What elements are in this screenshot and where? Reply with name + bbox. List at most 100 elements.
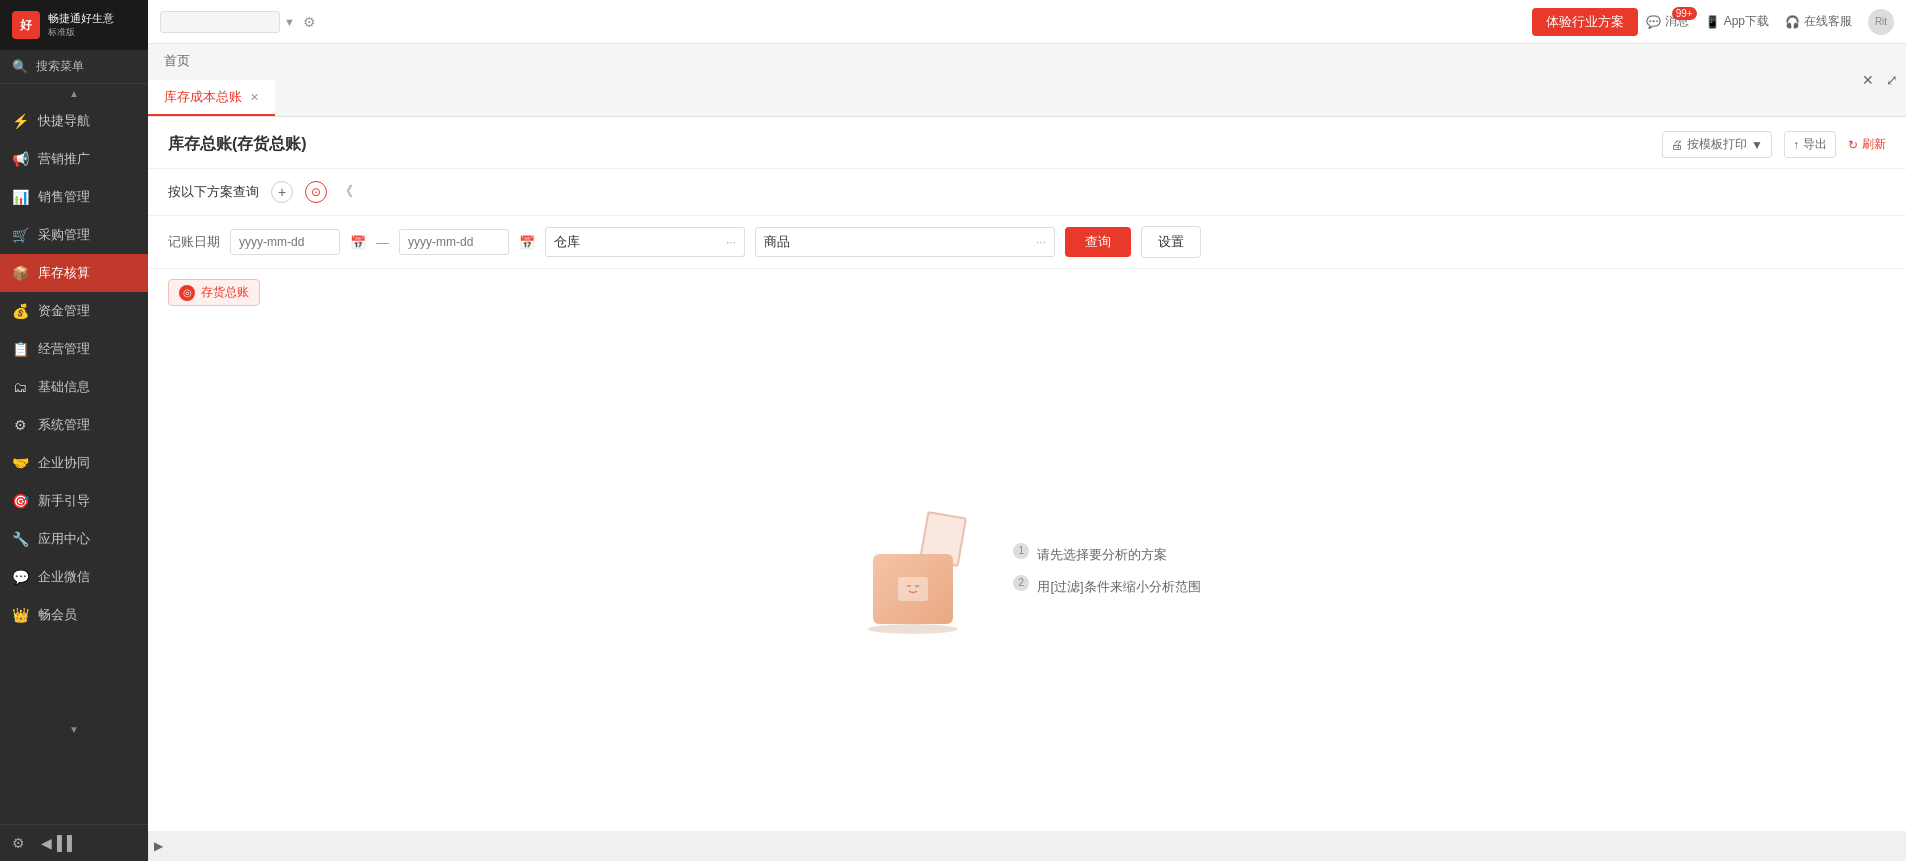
date-separator: — xyxy=(376,235,389,250)
search-icon: 🔍 xyxy=(12,59,28,74)
goods-label: 商品 xyxy=(764,233,790,251)
topbar-settings-icon[interactable]: ⚙ xyxy=(299,10,320,34)
nav-label-newbie: 新手引导 xyxy=(38,492,90,510)
main-area: ▼ ⚙ 体验行业方案 💬 消息 99+ 📱 App下载 🎧 在线客服 Rit xyxy=(148,0,1906,861)
tab-inventory-cost[interactable]: 库存成本总账✕ xyxy=(148,80,275,116)
warehouse-select[interactable]: 仓库 ··· xyxy=(545,227,745,257)
user-name: Rit xyxy=(1875,16,1887,27)
nav-icon-wechat: 💬 xyxy=(12,569,28,585)
tab-list: 首页库存成本总账✕ xyxy=(148,44,275,116)
empty-box-shadow xyxy=(868,624,958,634)
calendar-start-icon[interactable]: 📅 xyxy=(350,235,366,250)
nav-icon-inventory: 📦 xyxy=(12,265,28,281)
nav-icon-purchase: 🛒 xyxy=(12,227,28,243)
breadcrumb: ▼ ⚙ xyxy=(160,10,1524,34)
page-title: 库存总账(存货总账) xyxy=(168,134,307,155)
app-download-item[interactable]: 📱 App下载 xyxy=(1705,13,1769,30)
nav-icon-app-center: 🔧 xyxy=(12,531,28,547)
export-button[interactable]: ↑ 导出 xyxy=(1784,131,1836,158)
scheme-tag-label: 存货总账 xyxy=(201,284,249,301)
sidebar-item-finance[interactable]: 💰 资金管理 xyxy=(0,292,148,330)
sidebar-item-member[interactable]: 👑 畅会员 xyxy=(0,596,148,634)
user-avatar[interactable]: Rit xyxy=(1868,9,1894,35)
refresh-label: 刷新 xyxy=(1862,136,1886,153)
sidebar-item-purchase[interactable]: 🛒 采购管理 xyxy=(0,216,148,254)
filter-add-button[interactable]: + xyxy=(271,181,293,203)
query-button[interactable]: 查询 xyxy=(1065,227,1131,257)
nav-label-purchase: 采购管理 xyxy=(38,226,90,244)
nav-label-base: 基础信息 xyxy=(38,378,90,396)
sidebar-item-operation[interactable]: 📋 经营管理 xyxy=(0,330,148,368)
nav-icon-system: ⚙ xyxy=(12,417,28,433)
sidebar-item-sales[interactable]: 📊 销售管理 xyxy=(0,178,148,216)
calendar-end-icon[interactable]: 📅 xyxy=(519,235,535,250)
message-icon: 💬 xyxy=(1646,15,1661,29)
sidebar-bottom: ⚙ ◀▐▐ xyxy=(0,824,148,861)
sidebar-item-inventory[interactable]: 📦 库存核算 xyxy=(0,254,148,292)
tab-home[interactable]: 首页 xyxy=(148,44,275,80)
tab-close-inventory-cost[interactable]: ✕ xyxy=(250,91,259,104)
empty-illustration xyxy=(853,514,973,634)
chevron-down-icon[interactable]: ▼ xyxy=(284,16,295,28)
refresh-button[interactable]: ↻ 刷新 xyxy=(1848,136,1886,153)
messages-item[interactable]: 💬 消息 99+ xyxy=(1646,13,1689,30)
nav-icon-quick-nav: ⚡ xyxy=(12,113,28,129)
goods-more-icon[interactable]: ··· xyxy=(1036,235,1046,249)
nav-label-member: 畅会员 xyxy=(38,606,77,624)
date-start-input[interactable] xyxy=(230,229,340,255)
close-panel-icon[interactable]: ✕ xyxy=(1858,70,1878,90)
scroll-down-indicator[interactable]: ▼ xyxy=(0,720,148,738)
filter-collapse-button[interactable]: 《 xyxy=(339,183,353,201)
sidebar-item-cooperation[interactable]: 🤝 企业协同 xyxy=(0,444,148,482)
content-area: 库存总账(存货总账) 🖨 按模板打印 ▼ ↑ 导出 ↻ 刷新 按以下方案查询 xyxy=(148,117,1906,831)
headset-icon: 🎧 xyxy=(1785,15,1800,29)
sidebar: 好 畅捷通好生意 标准版 🔍 搜索菜单 ▲ ⚡ 快捷导航 📢 营销推广 📊 销售… xyxy=(0,0,148,861)
sidebar-logo: 好 畅捷通好生意 标准版 xyxy=(0,0,148,50)
right-panel: ▶ xyxy=(148,831,168,861)
nav-label-system: 系统管理 xyxy=(38,416,90,434)
sidebar-item-app-center[interactable]: 🔧 应用中心 xyxy=(0,520,148,558)
print-chevron-icon: ▼ xyxy=(1751,138,1763,152)
nav-icon-finance: 💰 xyxy=(12,303,28,319)
scroll-up-indicator[interactable]: ▲ xyxy=(0,84,148,102)
scheme-section: ◎ 存货总账 xyxy=(148,269,1906,316)
trial-button[interactable]: 体验行业方案 xyxy=(1532,8,1638,36)
export-label: 导出 xyxy=(1803,136,1827,153)
goods-select[interactable]: 商品 ··· xyxy=(755,227,1055,257)
expand-icon[interactable]: ⤢ xyxy=(1886,72,1898,88)
sidebar-item-wechat[interactable]: 💬 企业微信 xyxy=(0,558,148,596)
empty-hints: 1 请先选择要分析的方案 2 用[过滤]条件来缩小分析范围 xyxy=(1013,542,1200,606)
nav-label-inventory: 库存核算 xyxy=(38,264,90,282)
filter-label: 按以下方案查询 xyxy=(168,183,259,201)
online-service-item[interactable]: 🎧 在线客服 xyxy=(1785,13,1852,30)
print-template-button[interactable]: 🖨 按模板打印 ▼ xyxy=(1662,131,1772,158)
sidebar-item-quick-nav[interactable]: ⚡ 快捷导航 xyxy=(0,102,148,140)
warehouse-more-icon[interactable]: ··· xyxy=(726,235,736,249)
hint-step-1: 1 请先选择要分析的方案 xyxy=(1013,542,1200,568)
date-end-input[interactable] xyxy=(399,229,509,255)
settings-button[interactable]: 设置 xyxy=(1141,226,1201,258)
step-2-num: 2 xyxy=(1013,575,1029,591)
filter-inputs: 记账日期 📅 — 📅 仓库 ··· 商品 ··· 查询 设置 xyxy=(148,216,1906,269)
settings-icon[interactable]: ⚙ xyxy=(12,835,25,851)
sidebar-item-base[interactable]: 🗂 基础信息 xyxy=(0,368,148,406)
logo-icon: 好 xyxy=(12,11,40,39)
filter-settings-circle-button[interactable]: ⊙ xyxy=(305,181,327,203)
sidebar-item-marketing[interactable]: 📢 营销推广 xyxy=(0,140,148,178)
sidebar-item-system[interactable]: ⚙ 系统管理 xyxy=(0,406,148,444)
sidebar-search[interactable]: 🔍 搜索菜单 xyxy=(0,50,148,84)
topbar-right: 💬 消息 99+ 📱 App下载 🎧 在线客服 Rit xyxy=(1646,9,1894,35)
page-header-actions: 🖨 按模板打印 ▼ ↑ 导出 ↻ 刷新 xyxy=(1662,131,1886,158)
right-panel-tab[interactable]: ▶ xyxy=(150,831,168,861)
nav-icon-member: 👑 xyxy=(12,607,28,623)
messages-badge: 99+ xyxy=(1672,7,1697,20)
sidebar-nav: ⚡ 快捷导航 📢 营销推广 📊 销售管理 🛒 采购管理 📦 库存核算 💰 资金管… xyxy=(0,102,148,634)
nav-label-operation: 经营管理 xyxy=(38,340,90,358)
nav-icon-marketing: 📢 xyxy=(12,151,28,167)
breadcrumb-input[interactable] xyxy=(160,11,280,33)
scheme-tag[interactable]: ◎ 存货总账 xyxy=(168,279,260,306)
empty-box-shape xyxy=(873,554,953,624)
tab-controls: ✕ ⤢ xyxy=(1858,70,1906,90)
sidebar-item-newbie[interactable]: 🎯 新手引导 xyxy=(0,482,148,520)
audio-icon[interactable]: ◀▐▐ xyxy=(41,835,72,851)
